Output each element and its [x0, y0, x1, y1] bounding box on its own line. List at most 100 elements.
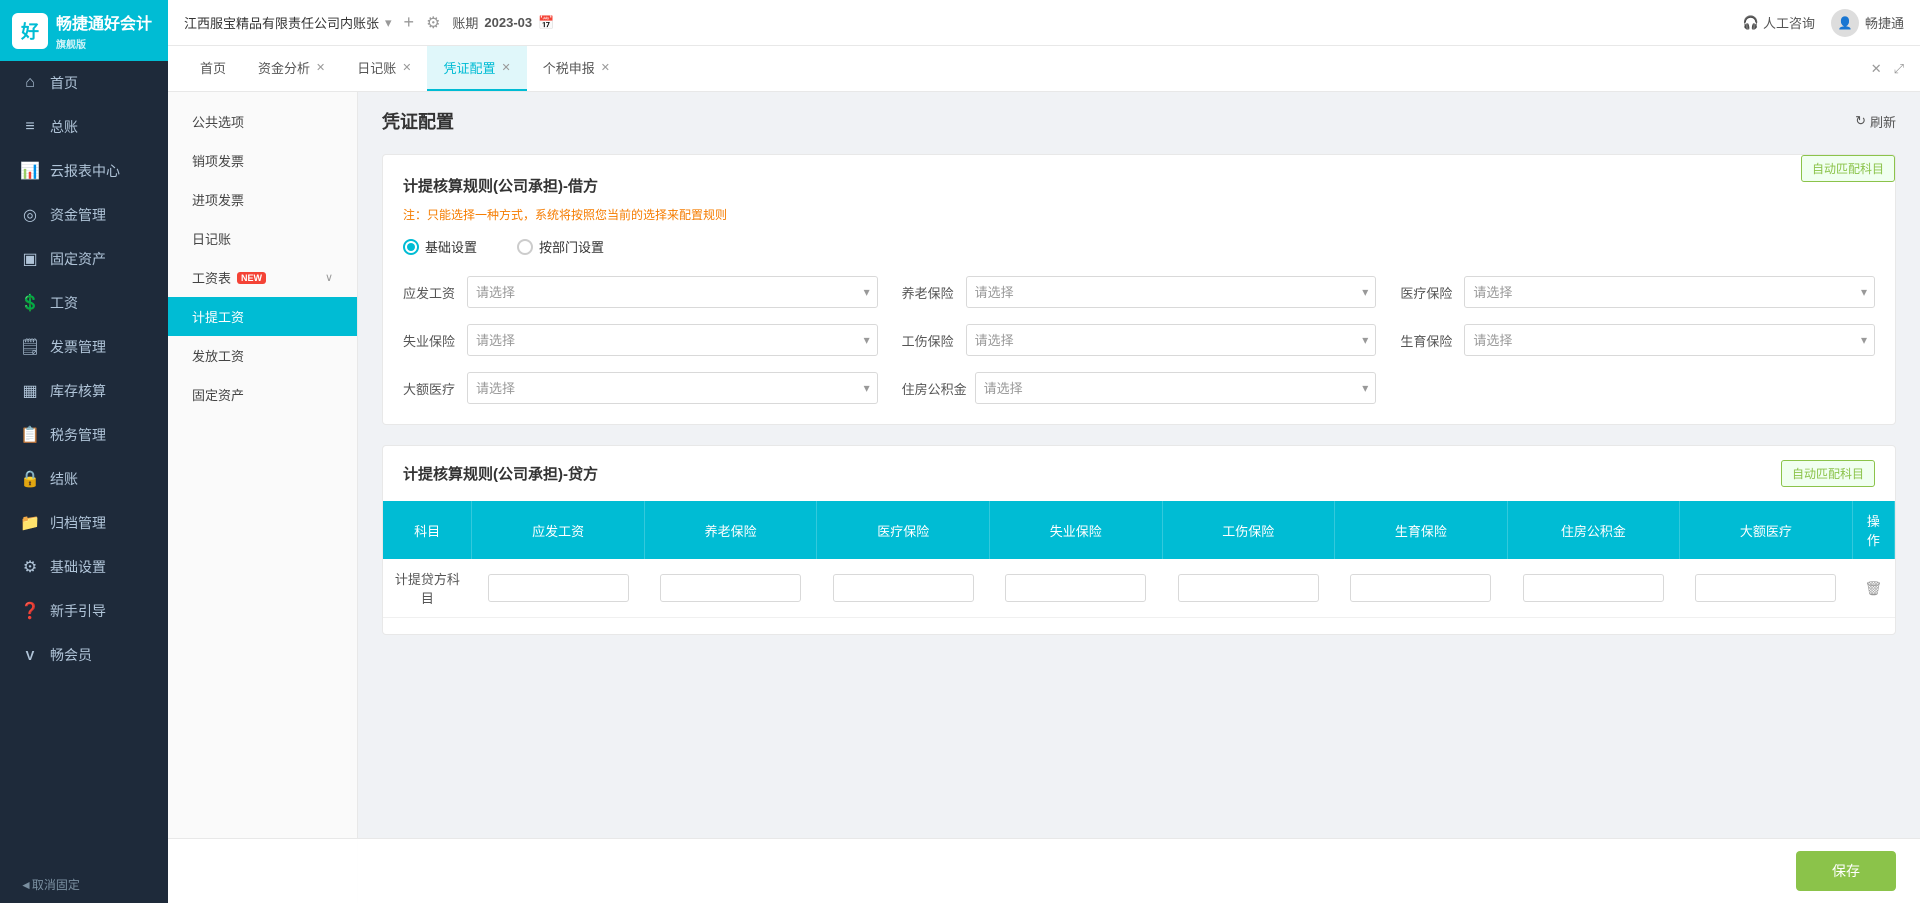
- field-daee-yiliao: 大额医疗 请选择 ▾: [403, 372, 878, 404]
- sidebar-item-label: 结账: [50, 469, 78, 489]
- app-edition: 旗舰版: [56, 36, 152, 51]
- input-shiye[interactable]: [1005, 574, 1146, 602]
- calendar-icon[interactable]: 📅: [538, 15, 554, 31]
- input-yingfa[interactable]: [488, 574, 629, 602]
- col-zhufang: 住房公积金: [1507, 501, 1680, 559]
- sidebar-item-tax[interactable]: 📋 税务管理: [0, 413, 168, 457]
- input-gongshang[interactable]: [1178, 574, 1319, 602]
- sidebar-item-settings[interactable]: ⚙ 基础设置: [0, 545, 168, 589]
- radio-dept[interactable]: 按部门设置: [517, 237, 604, 256]
- col-subject: 科目: [383, 501, 472, 559]
- sidebar-item-salary[interactable]: 💲 工资: [0, 281, 168, 325]
- sidebar-item-fixed[interactable]: ▣ 固定资产: [0, 237, 168, 281]
- cell-daee: [1680, 559, 1853, 618]
- input-daee[interactable]: [1695, 574, 1836, 602]
- tab-tax-close-icon[interactable]: ✕: [601, 61, 610, 74]
- credit-table: 科目 应发工资 养老保险 医疗保险 失业保险 工伤保险 生育保险 住房公积金 大…: [383, 501, 1895, 618]
- shiye-select[interactable]: 请选择: [467, 324, 878, 356]
- tab-voucher[interactable]: 凭证配置 ✕: [427, 46, 526, 91]
- credit-auto-match-btn[interactable]: 自动匹配科目: [1781, 460, 1875, 487]
- tab-expand-icon[interactable]: ⤢: [1894, 61, 1904, 77]
- gongshang-select-wrapper: 请选择 ▾: [966, 324, 1377, 356]
- yingfa-select[interactable]: 请选择: [467, 276, 878, 308]
- shengyu-select-wrapper: 请选择 ▾: [1464, 324, 1875, 356]
- field-shiye-label: 失业保险: [403, 331, 459, 350]
- left-nav-purchase-label: 进项发票: [192, 190, 244, 209]
- left-nav-pay-salary-label: 发放工资: [192, 346, 244, 365]
- tab-close-window-icon[interactable]: ✕: [1871, 61, 1882, 77]
- tab-journal-label: 日记账: [357, 58, 396, 77]
- member-icon: V: [20, 648, 40, 663]
- tax-icon: 📋: [20, 425, 40, 445]
- credit-section: 计提核算规则(公司承担)-贷方 自动匹配科目 科目 应发工资 养老保险 医疗保险…: [382, 445, 1896, 635]
- left-nav-public[interactable]: 公共选项: [168, 102, 357, 141]
- sidebar-item-reports[interactable]: 📊 云报表中心: [0, 149, 168, 193]
- yingfa-select-wrapper: 请选择 ▾: [467, 276, 878, 308]
- refresh-label: 刷新: [1870, 112, 1896, 131]
- cancel-fixed-btn[interactable]: ◄取消固定: [0, 866, 168, 903]
- left-nav-fixed-assets[interactable]: 固定资产: [168, 375, 357, 414]
- sidebar-item-label: 总账: [50, 117, 78, 137]
- tab-home[interactable]: 首页: [184, 46, 242, 91]
- tab-tax[interactable]: 个税申报 ✕: [527, 46, 626, 91]
- cell-shiye: [989, 559, 1162, 618]
- tab-voucher-close-icon[interactable]: ✕: [502, 61, 511, 74]
- radio-basic[interactable]: 基础设置: [403, 237, 477, 256]
- settings-gear-icon[interactable]: ⚙: [426, 13, 440, 33]
- cell-zhufang: [1507, 559, 1680, 618]
- refresh-btn[interactable]: ↻ 刷新: [1855, 112, 1896, 131]
- delete-row-icon[interactable]: 🗑: [1864, 580, 1882, 596]
- radio-basic-label: 基础设置: [425, 237, 477, 256]
- sidebar-item-home[interactable]: ⌂ 首页: [0, 61, 168, 105]
- sidebar-item-ledger[interactable]: ≡ 总账: [0, 105, 168, 149]
- left-nav-journal[interactable]: 日记账: [168, 219, 357, 258]
- service-btn[interactable]: 🎧 人工咨询: [1743, 13, 1815, 32]
- sidebar-item-label: 云报表中心: [50, 161, 120, 181]
- input-shengyu[interactable]: [1350, 574, 1491, 602]
- field-gongshang-label: 工伤保险: [902, 331, 958, 350]
- tab-journal[interactable]: 日记账 ✕: [341, 46, 427, 91]
- sidebar-item-guide[interactable]: ❓ 新手引导: [0, 589, 168, 633]
- left-nav-purchase[interactable]: 进项发票: [168, 180, 357, 219]
- zhufang-select[interactable]: 请选择: [975, 372, 1377, 404]
- yanglao-select[interactable]: 请选择: [966, 276, 1377, 308]
- yiliao-select[interactable]: 请选择: [1464, 276, 1875, 308]
- cell-yiliao: [817, 559, 990, 618]
- daee-select[interactable]: 请选择: [467, 372, 878, 404]
- left-nav-calc-salary[interactable]: 计提工资: [168, 297, 357, 336]
- avatar: 👤: [1831, 9, 1859, 37]
- left-nav-sales[interactable]: 销项发票: [168, 141, 357, 180]
- tab-capital-close-icon[interactable]: ✕: [316, 61, 325, 74]
- shengyu-select[interactable]: 请选择: [1464, 324, 1875, 356]
- company-selector[interactable]: 江西服宝精品有限责任公司内账张 ▾: [184, 13, 392, 32]
- debit-auto-match-btn[interactable]: 自动匹配科目: [1801, 155, 1895, 182]
- cell-action: 🗑: [1852, 559, 1894, 618]
- topbar: 江西服宝精品有限责任公司内账张 ▾ + ⚙ 账期 2023-03 📅 🎧 人工咨…: [168, 0, 1920, 46]
- bottom-spacer: [382, 635, 1896, 695]
- input-yiliao[interactable]: [833, 574, 974, 602]
- input-yanglao[interactable]: [660, 574, 801, 602]
- settings-icon: ⚙: [20, 557, 40, 577]
- left-nav-salary-table[interactable]: 工资表 NEW ∨: [168, 258, 357, 297]
- sidebar-item-close[interactable]: 🔒 结账: [0, 457, 168, 501]
- user-area[interactable]: 👤 畅捷通: [1831, 9, 1904, 37]
- sidebar-item-invoice[interactable]: 🗒 发票管理: [0, 325, 168, 369]
- sidebar-item-archive[interactable]: 📁 归档管理: [0, 501, 168, 545]
- sidebar-item-label: 首页: [50, 73, 78, 93]
- sidebar-item-member[interactable]: V 畅会员: [0, 633, 168, 677]
- gongshang-select[interactable]: 请选择: [966, 324, 1377, 356]
- tab-capital[interactable]: 资金分析 ✕: [242, 46, 341, 91]
- add-account-btn[interactable]: +: [404, 12, 415, 33]
- left-nav-pay-salary[interactable]: 发放工资: [168, 336, 357, 375]
- save-btn[interactable]: 保存: [1796, 851, 1896, 891]
- credit-section-header: 计提核算规则(公司承担)-贷方 自动匹配科目: [383, 446, 1895, 501]
- period-label: 账期: [452, 13, 478, 32]
- radio-group: 基础设置 按部门设置: [403, 237, 1875, 256]
- input-zhufang[interactable]: [1523, 574, 1664, 602]
- field-yingfa-gongzi: 应发工资 请选择 ▾: [403, 276, 878, 308]
- sidebar-item-capital[interactable]: ◎ 资金管理: [0, 193, 168, 237]
- sidebar-item-inventory[interactable]: ▦ 库存核算: [0, 369, 168, 413]
- tab-journal-close-icon[interactable]: ✕: [402, 61, 411, 74]
- zhufang-select-wrapper: 请选择 ▾: [975, 372, 1377, 404]
- ledger-icon: ≡: [20, 118, 40, 136]
